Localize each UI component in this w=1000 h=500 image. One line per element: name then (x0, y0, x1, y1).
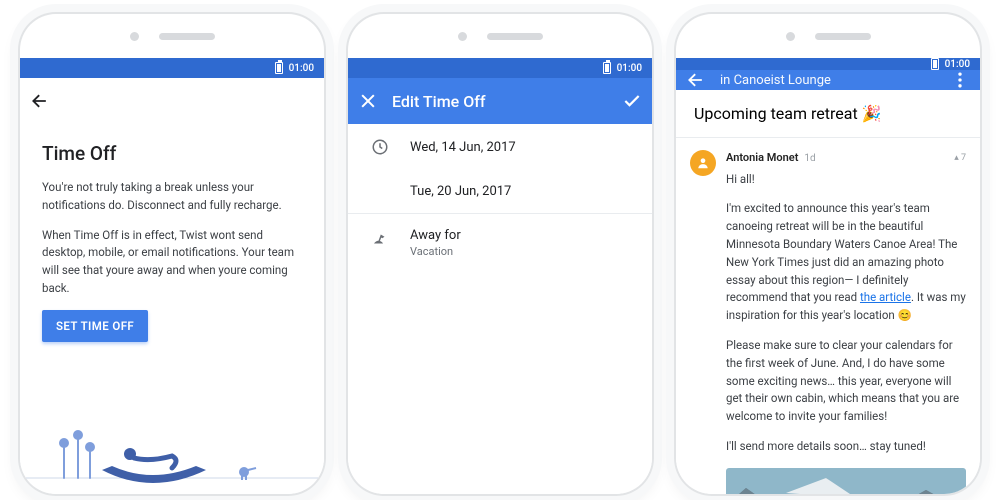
end-date-value: Tue, 20 Jun, 2017 (410, 184, 511, 199)
intro-paragraph-2: When Time Off is in effect, Twist wont s… (42, 227, 302, 298)
back-icon[interactable] (686, 70, 706, 90)
more-icon[interactable] (950, 70, 970, 90)
status-time: 01:00 (945, 59, 970, 70)
start-date-value: Wed, 14 Jun, 2017 (410, 140, 516, 155)
app-bar: in Canoeist Lounge (676, 70, 980, 90)
post-paragraph-3: I'll send more details soon… stay tuned! (726, 438, 966, 456)
status-bar: 01:00 (20, 58, 324, 78)
app-bar: Edit Time Off (348, 78, 652, 124)
vacation-icon (370, 230, 390, 248)
battery-icon (931, 58, 939, 70)
confirm-icon[interactable] (622, 91, 642, 111)
device-earpiece (676, 14, 980, 58)
page-title: Time Off (42, 142, 302, 165)
status-time: 01:00 (617, 63, 642, 74)
article-link[interactable]: the article (860, 290, 911, 304)
away-for-row[interactable]: Away for Vacation (348, 214, 652, 272)
device-earpiece (348, 14, 652, 58)
app-bar-title: Edit Time Off (392, 92, 608, 111)
intro-paragraph-1: You're not truly taking a break unless y… (42, 179, 302, 215)
post-photo[interactable] (726, 468, 966, 494)
battery-icon (275, 62, 283, 74)
end-date-row[interactable]: Tue, 20 Jun, 2017 (348, 170, 652, 213)
post-paragraph-2: Please make sure to clear your calendars… (726, 337, 966, 426)
set-time-off-button[interactable]: SET TIME OFF (42, 310, 148, 342)
relax-illustration (20, 410, 324, 494)
channel-name[interactable]: in Canoeist Lounge (720, 73, 936, 88)
post-time: 1d (804, 151, 815, 166)
phone-edit-time-off: 01:00 Edit Time Off Wed, 14 Jun, 2017 Tu… (348, 14, 652, 494)
app-bar (20, 78, 324, 124)
device-earpiece (20, 14, 324, 58)
post-greeting: Hi all! (726, 171, 966, 189)
away-for-value: Vacation (410, 245, 461, 258)
phone-thread: 01:00 in Canoeist Lounge Upcoming team r… (676, 14, 980, 494)
status-bar: 01:00 (348, 58, 652, 78)
avatar[interactable] (690, 150, 716, 176)
post-paragraph-1: I'm excited to announce this year's team… (726, 200, 966, 325)
battery-icon (603, 62, 611, 74)
thread-title: Upcoming team retreat 🎉 (676, 90, 980, 138)
clock-icon (370, 138, 390, 156)
start-date-row[interactable]: Wed, 14 Jun, 2017 (348, 124, 652, 170)
status-time: 01:00 (289, 63, 314, 74)
thread-post: Antonia Monet 1d ▴ 7 Hi all! I'm excited… (676, 138, 980, 494)
post-reply-count: ▴ 7 (954, 152, 966, 166)
phone-time-off-intro: 01:00 Time Off You're not truly taking a… (20, 14, 324, 494)
post-author[interactable]: Antonia Monet (726, 150, 798, 167)
back-icon[interactable] (30, 91, 50, 111)
status-bar: 01:00 (676, 58, 980, 70)
close-icon[interactable] (358, 91, 378, 111)
away-for-label: Away for (410, 228, 461, 243)
